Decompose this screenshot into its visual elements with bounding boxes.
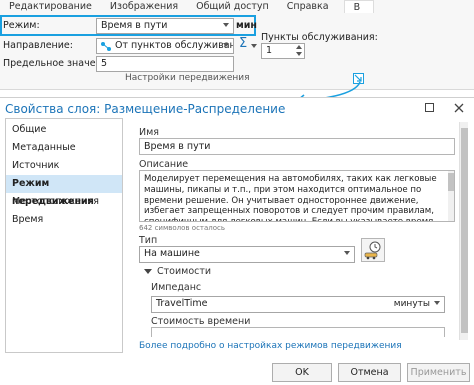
dialog-title: Свойства слоя: Размещение-Распределение — [5, 102, 286, 116]
tab-share[interactable]: Общий доступ — [187, 0, 278, 13]
description-scrollbar[interactable] — [448, 171, 454, 221]
mode-value: Время в пути — [101, 20, 168, 31]
cancel-button[interactable]: Отмена — [338, 363, 401, 382]
chevron-down-icon — [223, 43, 229, 47]
type-value: На машине — [144, 248, 200, 259]
chevron-down-icon[interactable] — [251, 44, 257, 48]
unit-label: мин — [236, 20, 257, 31]
facilities-stepper[interactable]: 1 — [261, 43, 305, 59]
sidebar-item-general[interactable]: Общие — [6, 121, 122, 139]
scroll-thumb[interactable] — [461, 128, 468, 333]
impedance-unit: минуты — [393, 299, 430, 309]
sum-icon[interactable]: Σ — [239, 36, 247, 51]
ok-button[interactable]: OK — [272, 363, 332, 382]
name-value: Время в пути — [144, 141, 211, 152]
facilities-value: 1 — [266, 45, 273, 56]
maximize-icon[interactable] — [425, 103, 434, 112]
time-cost-label: Стоимость времени — [151, 316, 251, 327]
ribbon-tabs: Редактирование Изображения Общий доступ … — [0, 0, 474, 13]
chevron-down-icon[interactable] — [144, 269, 152, 275]
type-label: Тип — [139, 235, 158, 246]
time-cost-field[interactable] — [151, 327, 445, 337]
mode-dropdown[interactable]: Время в пути — [96, 18, 234, 34]
apply-button[interactable]: Применить — [407, 363, 470, 382]
stepper-up-icon[interactable] — [296, 45, 302, 49]
scroll-thumb[interactable] — [448, 173, 454, 191]
tab-extra[interactable]: В — [343, 0, 374, 13]
name-label: Имя — [139, 127, 159, 138]
name-field[interactable]: Время в пути — [139, 138, 455, 155]
sidebar-item-locations[interactable]: Местоположения — [6, 193, 122, 211]
sidebar-item-source[interactable]: Источник — [6, 157, 122, 175]
facilities-label: Пункты обслуживания: — [261, 32, 378, 43]
sidebar: Общие Метаданные Источник Режим передвиж… — [5, 118, 123, 353]
close-icon[interactable] — [454, 103, 464, 113]
direction-label: Направление: — [3, 40, 73, 51]
direction-dropdown[interactable]: От пунктов обслуживания — [96, 38, 234, 54]
sidebar-item-time[interactable]: Время — [6, 211, 122, 229]
sidebar-item-travel-mode[interactable]: Режим передвижения — [6, 175, 122, 207]
travel-mode-help-link[interactable]: Более подробно о настройках режимов пере… — [139, 341, 402, 351]
description-value: Моделирует перемещения на автомобилях, т… — [144, 174, 437, 221]
direction-value: От пунктов обслуживания — [115, 40, 233, 51]
group-label: Настройки передвижения — [125, 73, 250, 83]
impedance-value: TravelTime — [156, 298, 208, 309]
impedance-dropdown[interactable]: TravelTime минуты — [151, 296, 445, 313]
chevron-down-icon — [434, 301, 440, 305]
travel-mode-icon[interactable] — [361, 238, 385, 262]
stepper-down-icon[interactable] — [296, 52, 302, 56]
chevron-down-icon — [344, 251, 350, 255]
default-value: 5 — [101, 58, 108, 69]
chevron-down-icon — [223, 23, 229, 27]
tab-edit[interactable]: Редактирование — [0, 0, 101, 13]
costs-label: Стоимости — [157, 266, 212, 277]
tab-imagery[interactable]: Изображения — [101, 0, 187, 13]
description-field[interactable]: Моделирует перемещения на автомобилях, т… — [139, 170, 455, 222]
tab-help[interactable]: Справка — [278, 0, 338, 13]
chars-left: 642 символов осталось — [139, 224, 226, 232]
sidebar-item-metadata[interactable]: Метаданные — [6, 139, 122, 157]
default-value-field[interactable]: 5 — [96, 56, 234, 72]
content-scrollbar[interactable] — [459, 122, 468, 340]
mode-label: Режим: — [3, 20, 40, 31]
description-label: Описание — [139, 159, 189, 170]
impedance-label: Импеданс — [151, 282, 202, 293]
direction-icon — [101, 42, 111, 51]
type-dropdown[interactable]: На машине — [139, 246, 355, 263]
